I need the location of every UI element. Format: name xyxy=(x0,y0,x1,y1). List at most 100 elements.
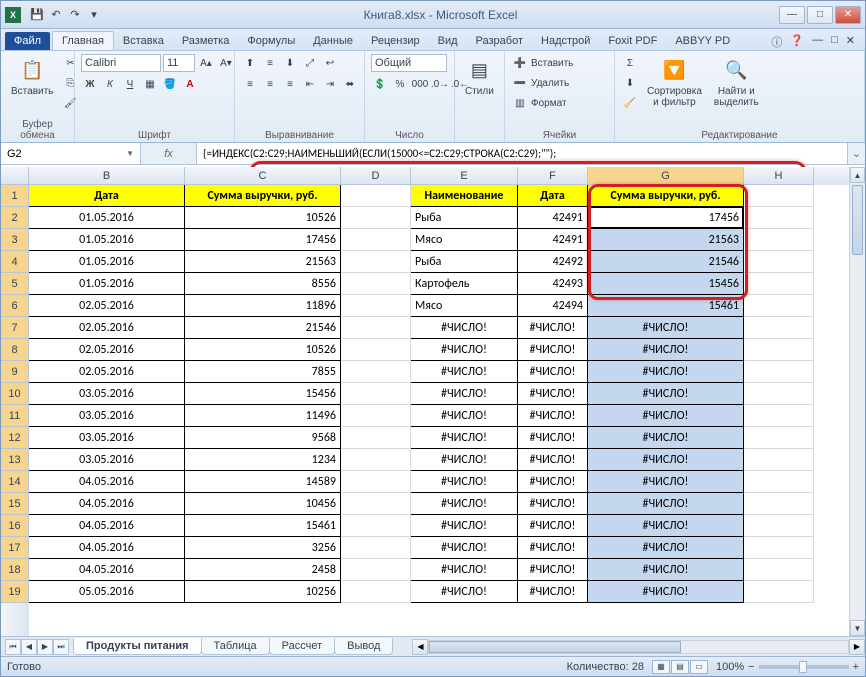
col-header-D[interactable]: D xyxy=(341,167,411,185)
cell[interactable] xyxy=(744,427,814,449)
cell[interactable] xyxy=(744,449,814,471)
cell[interactable]: 03.05.2016 xyxy=(29,383,185,405)
cell[interactable]: #ЧИСЛО! xyxy=(411,493,518,515)
qat-undo-icon[interactable]: ↶ xyxy=(48,7,64,23)
cell[interactable]: #ЧИСЛО! xyxy=(411,449,518,471)
cell[interactable] xyxy=(744,537,814,559)
sheet-nav-last-icon[interactable]: ⏭ xyxy=(53,639,69,655)
font-size-combo[interactable]: 11 xyxy=(163,54,195,72)
cell[interactable]: Дата xyxy=(518,185,588,207)
find-select-button[interactable]: 🔍 Найти и выделить xyxy=(710,54,763,110)
row-headers[interactable]: 12345678910111213141516171819 xyxy=(1,185,29,636)
cell[interactable]: 02.05.2016 xyxy=(29,339,185,361)
grow-font-icon[interactable]: A▴ xyxy=(197,54,215,72)
cell[interactable] xyxy=(744,515,814,537)
row-header-14[interactable]: 14 xyxy=(1,471,29,493)
sheet-nav-next-icon[interactable]: ▶ xyxy=(37,639,53,655)
font-color-icon[interactable]: A xyxy=(181,75,199,93)
cell[interactable]: 3256 xyxy=(185,537,341,559)
ribbon-help-icon-1[interactable]: ❓ xyxy=(790,34,804,50)
view-pagebreak-icon[interactable]: ▭ xyxy=(690,660,708,674)
cell[interactable]: #ЧИСЛО! xyxy=(411,361,518,383)
cell[interactable] xyxy=(341,493,411,515)
row-header-1[interactable]: 1 xyxy=(1,185,29,207)
zoom-thumb[interactable] xyxy=(799,661,807,673)
fill-color-icon[interactable]: 🪣 xyxy=(161,75,179,93)
cell[interactable]: 10256 xyxy=(185,581,341,603)
cell[interactable]: 01.05.2016 xyxy=(29,273,185,295)
format-cells-icon[interactable]: ▥ xyxy=(511,94,529,112)
ribbon-help-icon-4[interactable]: ✕ xyxy=(846,34,855,50)
sort-filter-button[interactable]: 🔽 Сортировка и фильтр xyxy=(643,54,706,110)
cell[interactable]: Наименование xyxy=(411,185,518,207)
cell[interactable]: 04.05.2016 xyxy=(29,537,185,559)
cell[interactable]: 42491 xyxy=(518,229,588,251)
cell[interactable]: 14589 xyxy=(185,471,341,493)
cell[interactable]: #ЧИСЛО! xyxy=(411,383,518,405)
col-header-B[interactable]: B xyxy=(29,167,185,185)
format-cells-label[interactable]: Формат xyxy=(531,98,567,109)
formula-expand-icon[interactable]: ⌄ xyxy=(847,143,865,164)
cell[interactable]: #ЧИСЛО! xyxy=(411,317,518,339)
scroll-thumb[interactable] xyxy=(852,185,863,255)
row-header-12[interactable]: 12 xyxy=(1,427,29,449)
sheet-tab[interactable]: Таблица xyxy=(201,638,270,655)
cell[interactable] xyxy=(744,295,814,317)
row-header-2[interactable]: 2 xyxy=(1,207,29,229)
hscroll-left-icon[interactable]: ◀ xyxy=(412,639,428,655)
cell[interactable]: #ЧИСЛО! xyxy=(411,581,518,603)
cell[interactable]: #ЧИСЛО! xyxy=(411,405,518,427)
cell[interactable]: #ЧИСЛО! xyxy=(518,339,588,361)
merge-icon[interactable]: ⬌ xyxy=(341,75,359,93)
italic-icon[interactable]: К xyxy=(101,75,119,93)
hscroll-thumb[interactable] xyxy=(429,641,680,653)
cell[interactable]: 42491 xyxy=(518,207,588,229)
qat-redo-icon[interactable]: ↷ xyxy=(67,7,83,23)
cell[interactable]: 02.05.2016 xyxy=(29,295,185,317)
row-header-5[interactable]: 5 xyxy=(1,273,29,295)
ribbon-help-icon-0[interactable]: ⓘ xyxy=(771,34,782,50)
column-headers[interactable]: BCDEFGH xyxy=(29,167,849,185)
indent-inc-icon[interactable]: ⇥ xyxy=(321,75,339,93)
cell[interactable] xyxy=(744,361,814,383)
ribbon-tab-1[interactable]: Главная xyxy=(52,31,114,50)
cell[interactable]: 03.05.2016 xyxy=(29,427,185,449)
delete-cells-icon[interactable]: ➖ xyxy=(511,74,529,92)
cell[interactable] xyxy=(744,339,814,361)
cell[interactable]: #ЧИСЛО! xyxy=(588,515,744,537)
cell[interactable]: Дата xyxy=(29,185,185,207)
sheet-tab[interactable]: Продукты питания xyxy=(73,638,202,655)
row-header-8[interactable]: 8 xyxy=(1,339,29,361)
cell[interactable]: #ЧИСЛО! xyxy=(411,515,518,537)
cell[interactable]: 15456 xyxy=(588,273,744,295)
hscroll-track[interactable] xyxy=(428,640,849,654)
align-mid-icon[interactable]: ≡ xyxy=(261,54,279,72)
col-header-C[interactable]: C xyxy=(185,167,341,185)
cell[interactable] xyxy=(744,251,814,273)
view-normal-icon[interactable]: ▦ xyxy=(652,660,670,674)
row-header-16[interactable]: 16 xyxy=(1,515,29,537)
cell[interactable] xyxy=(744,493,814,515)
cell[interactable]: #ЧИСЛО! xyxy=(411,537,518,559)
col-header-E[interactable]: E xyxy=(411,167,518,185)
cell[interactable]: #ЧИСЛО! xyxy=(518,361,588,383)
zoom-out-icon[interactable]: − xyxy=(748,661,754,673)
formula-input[interactable]: {=ИНДЕКС(C2:C29;НАИМЕНЬШИЙ(ЕСЛИ(15000<=C… xyxy=(197,143,847,164)
cell[interactable]: 10526 xyxy=(185,339,341,361)
cell[interactable]: #ЧИСЛО! xyxy=(588,471,744,493)
ribbon-tab-6[interactable]: Рецензир xyxy=(362,32,429,50)
cell[interactable]: #ЧИСЛО! xyxy=(518,317,588,339)
ribbon-tab-7[interactable]: Вид xyxy=(429,32,467,50)
cell[interactable]: #ЧИСЛО! xyxy=(411,471,518,493)
cell[interactable]: 01.05.2016 xyxy=(29,251,185,273)
cell[interactable]: #ЧИСЛО! xyxy=(588,537,744,559)
cell[interactable] xyxy=(341,559,411,581)
cell[interactable]: Мясо xyxy=(411,229,518,251)
inc-decimal-icon[interactable]: .0→ xyxy=(431,75,449,93)
number-format-combo[interactable]: Общий xyxy=(371,54,447,72)
cell[interactable]: 8556 xyxy=(185,273,341,295)
ribbon-tab-10[interactable]: Foxit PDF xyxy=(599,32,666,50)
cell[interactable]: #ЧИСЛО! xyxy=(518,493,588,515)
cell[interactable] xyxy=(341,581,411,603)
ribbon-tab-0[interactable]: Файл xyxy=(5,32,50,50)
